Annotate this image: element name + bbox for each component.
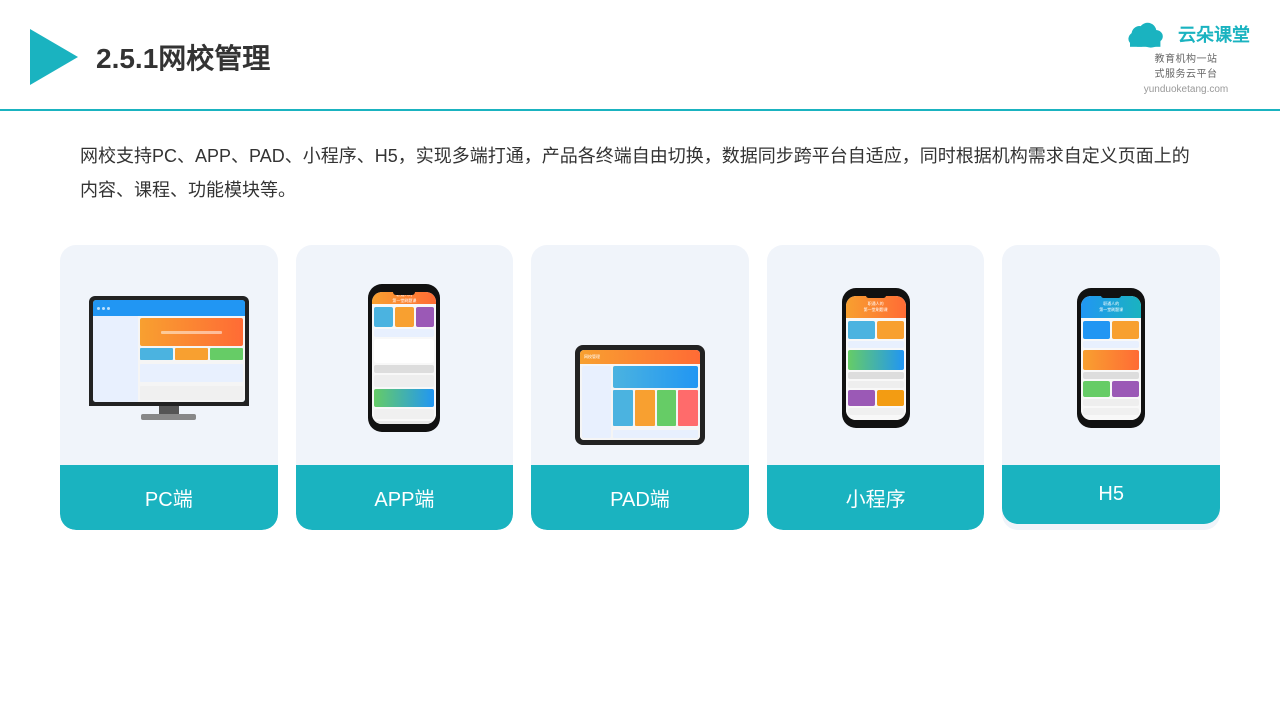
h5-image-area: 职通人的第一堂刷题课 — [1002, 245, 1220, 465]
h5-label: H5 — [1002, 465, 1220, 524]
page-title: 2.5.1网校管理 — [96, 37, 270, 77]
brand-name: 云朵课堂 — [1178, 21, 1250, 47]
devices-grid: PC端 职通人的第一堂刷题课 — [0, 217, 1280, 550]
miniphone-notch — [866, 293, 886, 298]
device-card-h5: 职通人的第一堂刷题课 — [1002, 245, 1220, 530]
header: 2.5.1网校管理 云朵课堂 教育机构一站 式服务云平台 yunduoketan… — [0, 0, 1280, 111]
phone-screen: 职通人的第一堂刷题课 — [372, 292, 436, 424]
tablet-screen: 网校管理 — [580, 350, 700, 440]
monitor-body — [89, 296, 249, 406]
pad-label: PAD端 — [531, 465, 749, 530]
description-text: 网校支持PC、APP、PAD、小程序、H5，实现多端打通，产品各终端自由切换，数… — [80, 139, 1200, 207]
monitor-screen — [93, 300, 245, 402]
pad-tablet-mockup: 网校管理 — [575, 345, 705, 445]
cloud-icon — [1122, 18, 1170, 50]
device-card-app: 职通人的第一堂刷题课 — [296, 245, 514, 530]
brand-url: yunduoketang.com — [1144, 84, 1229, 95]
device-card-miniprogram: 职通人的第一堂刷题课 — [767, 245, 985, 530]
pad-image-area: 网校管理 — [531, 245, 749, 465]
brand-logo: 云朵课堂 — [1122, 18, 1250, 50]
miniprogram-phone-mockup: 职通人的第一堂刷题课 — [842, 288, 910, 428]
phone-notch — [393, 289, 415, 295]
brand-area: 云朵课堂 教育机构一站 式服务云平台 yunduoketang.com — [1122, 18, 1250, 95]
h5-phone-notch — [1101, 293, 1121, 298]
brand-slogan: 教育机构一站 式服务云平台 — [1155, 52, 1218, 82]
app-image-area: 职通人的第一堂刷题课 — [296, 245, 514, 465]
logo-triangle-icon — [30, 29, 78, 85]
device-card-pc: PC端 — [60, 245, 278, 530]
pc-label: PC端 — [60, 465, 278, 530]
miniprogram-image-area: 职通人的第一堂刷题课 — [767, 245, 985, 465]
header-left: 2.5.1网校管理 — [30, 29, 270, 85]
h5-phone-screen: 职通人的第一堂刷题课 — [1081, 296, 1141, 420]
app-label: APP端 — [296, 465, 514, 530]
pc-image-area — [60, 245, 278, 465]
device-card-pad: 网校管理 — [531, 245, 749, 530]
app-phone-mockup: 职通人的第一堂刷题课 — [368, 284, 440, 432]
miniprogram-label: 小程序 — [767, 465, 985, 530]
miniphone-screen: 职通人的第一堂刷题课 — [846, 296, 906, 420]
description-section: 网校支持PC、APP、PAD、小程序、H5，实现多端打通，产品各终端自由切换，数… — [0, 111, 1280, 217]
h5-phone-mockup: 职通人的第一堂刷题课 — [1077, 288, 1145, 428]
pc-monitor-mockup — [89, 296, 249, 420]
